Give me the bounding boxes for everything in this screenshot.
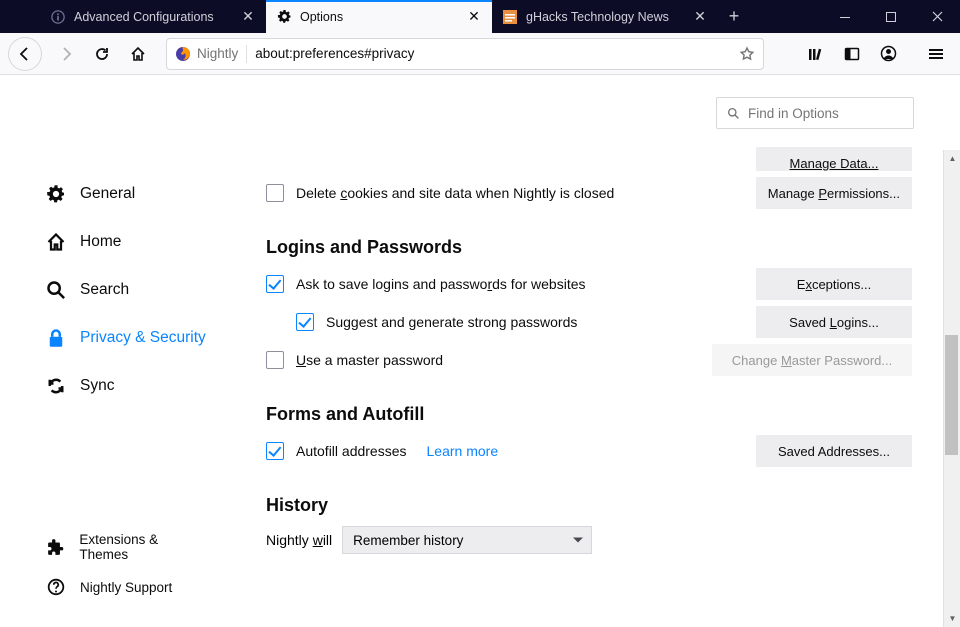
history-mode-select[interactable]: Remember history (342, 526, 592, 554)
window-controls (822, 0, 960, 33)
close-window-button[interactable] (914, 0, 960, 33)
reload-button[interactable] (86, 38, 118, 70)
sidebar-item-label: Home (80, 233, 121, 251)
close-icon[interactable]: ✕ (466, 9, 482, 25)
content: General Home Search Privacy & Security S… (0, 75, 960, 627)
site-icon (502, 9, 518, 25)
preferences-sidebar: General Home Search Privacy & Security S… (0, 75, 230, 627)
forward-button[interactable] (50, 38, 82, 70)
ask-save-logins-label: Ask to save logins and passwords for web… (296, 276, 586, 292)
tab-advanced-configurations[interactable]: Advanced Configurations ✕ (40, 0, 266, 33)
delete-cookies-label: Delete cookies and site data when Nightl… (296, 185, 614, 201)
info-icon (50, 9, 66, 25)
account-button[interactable] (872, 38, 904, 70)
brand-label: Nightly (197, 46, 238, 61)
find-in-options-field[interactable] (716, 97, 914, 129)
sidebar-item-label: Nightly Support (80, 580, 172, 595)
find-input[interactable] (748, 106, 925, 121)
section-forms-title: Forms and Autofill (266, 404, 952, 425)
url-text: about:preferences#privacy (255, 46, 731, 61)
new-tab-button[interactable]: + (718, 0, 750, 33)
toolbar: Nightly about:preferences#privacy (0, 33, 960, 75)
sidebar-button[interactable] (836, 38, 868, 70)
search-icon (727, 107, 740, 120)
section-logins-title: Logins and Passwords (266, 237, 952, 258)
search-icon (46, 280, 66, 300)
sync-icon (46, 376, 66, 396)
tab-label: Options (300, 10, 458, 24)
tab-ghacks[interactable]: gHacks Technology News ✕ (492, 0, 718, 33)
ask-save-logins-checkbox[interactable] (266, 275, 284, 293)
suggest-passwords-label: Suggest and generate strong passwords (326, 314, 577, 330)
maximize-button[interactable] (868, 0, 914, 33)
sidebar-item-label: General (80, 185, 135, 203)
lock-icon (46, 328, 66, 348)
firefox-icon (175, 46, 191, 62)
library-button[interactable] (800, 38, 832, 70)
manage-permissions-button[interactable]: Manage Permissions... (756, 177, 912, 209)
close-icon[interactable]: ✕ (240, 9, 256, 25)
section-history-title: History (266, 495, 952, 516)
exceptions-button[interactable]: Exceptions... (756, 268, 912, 300)
separator (246, 45, 247, 63)
sidebar-item-privacy[interactable]: Privacy & Security (0, 314, 230, 362)
suggest-passwords-checkbox[interactable] (296, 313, 314, 331)
gear-icon (276, 9, 292, 25)
nightly-will-label: Nightly will (266, 532, 332, 548)
home-button[interactable] (122, 38, 154, 70)
select-value: Remember history (353, 533, 463, 548)
close-icon[interactable]: ✕ (692, 9, 708, 25)
scroll-down-icon[interactable]: ▼ (944, 610, 960, 627)
tab-strip: Advanced Configurations ✕ Options ✕ gHac… (0, 0, 822, 33)
tab-label: Advanced Configurations (74, 10, 232, 24)
saved-addresses-button[interactable]: Saved Addresses... (756, 435, 912, 467)
autofill-addresses-label: Autofill addresses (296, 443, 407, 459)
autofill-addresses-checkbox[interactable] (266, 442, 284, 460)
sidebar-item-support[interactable]: Nightly Support (0, 567, 230, 607)
manage-data-button[interactable]: Manage Data... (756, 147, 912, 171)
help-icon (46, 578, 66, 596)
sidebar-item-label: Privacy & Security (80, 329, 206, 347)
preferences-pane: Manage Data... Delete cookies and site d… (230, 75, 960, 627)
puzzle-icon (46, 538, 65, 556)
sidebar-item-home[interactable]: Home (0, 218, 230, 266)
use-master-password-checkbox[interactable] (266, 351, 284, 369)
learn-more-link[interactable]: Learn more (427, 443, 499, 459)
scrollbar-thumb[interactable] (945, 335, 958, 455)
sidebar-item-label: Search (80, 281, 129, 299)
bookmark-star-icon[interactable] (739, 46, 755, 62)
sidebar-item-general[interactable]: General (0, 170, 230, 218)
minimize-button[interactable] (822, 0, 868, 33)
titlebar: Advanced Configurations ✕ Options ✕ gHac… (0, 0, 960, 33)
home-icon (46, 232, 66, 252)
menu-button[interactable] (920, 38, 952, 70)
scrollbar[interactable]: ▲ ▼ (943, 150, 960, 627)
sidebar-item-extensions[interactable]: Extensions & Themes (0, 527, 230, 567)
back-button[interactable] (8, 37, 42, 71)
scroll-up-icon[interactable]: ▲ (944, 150, 960, 167)
use-master-password-label: Use a master password (296, 352, 443, 368)
change-master-password-button: Change Master Password... (712, 344, 912, 376)
gear-icon (46, 184, 66, 204)
saved-logins-button[interactable]: Saved Logins... (756, 306, 912, 338)
identity-box[interactable]: Nightly (175, 46, 238, 62)
sidebar-item-sync[interactable]: Sync (0, 362, 230, 410)
url-bar[interactable]: Nightly about:preferences#privacy (166, 38, 764, 70)
sidebar-item-search[interactable]: Search (0, 266, 230, 314)
tab-options[interactable]: Options ✕ (266, 0, 492, 33)
tab-label: gHacks Technology News (526, 10, 684, 24)
sidebar-item-label: Sync (80, 377, 114, 395)
sidebar-item-label: Extensions & Themes (79, 532, 206, 562)
delete-cookies-checkbox[interactable] (266, 184, 284, 202)
